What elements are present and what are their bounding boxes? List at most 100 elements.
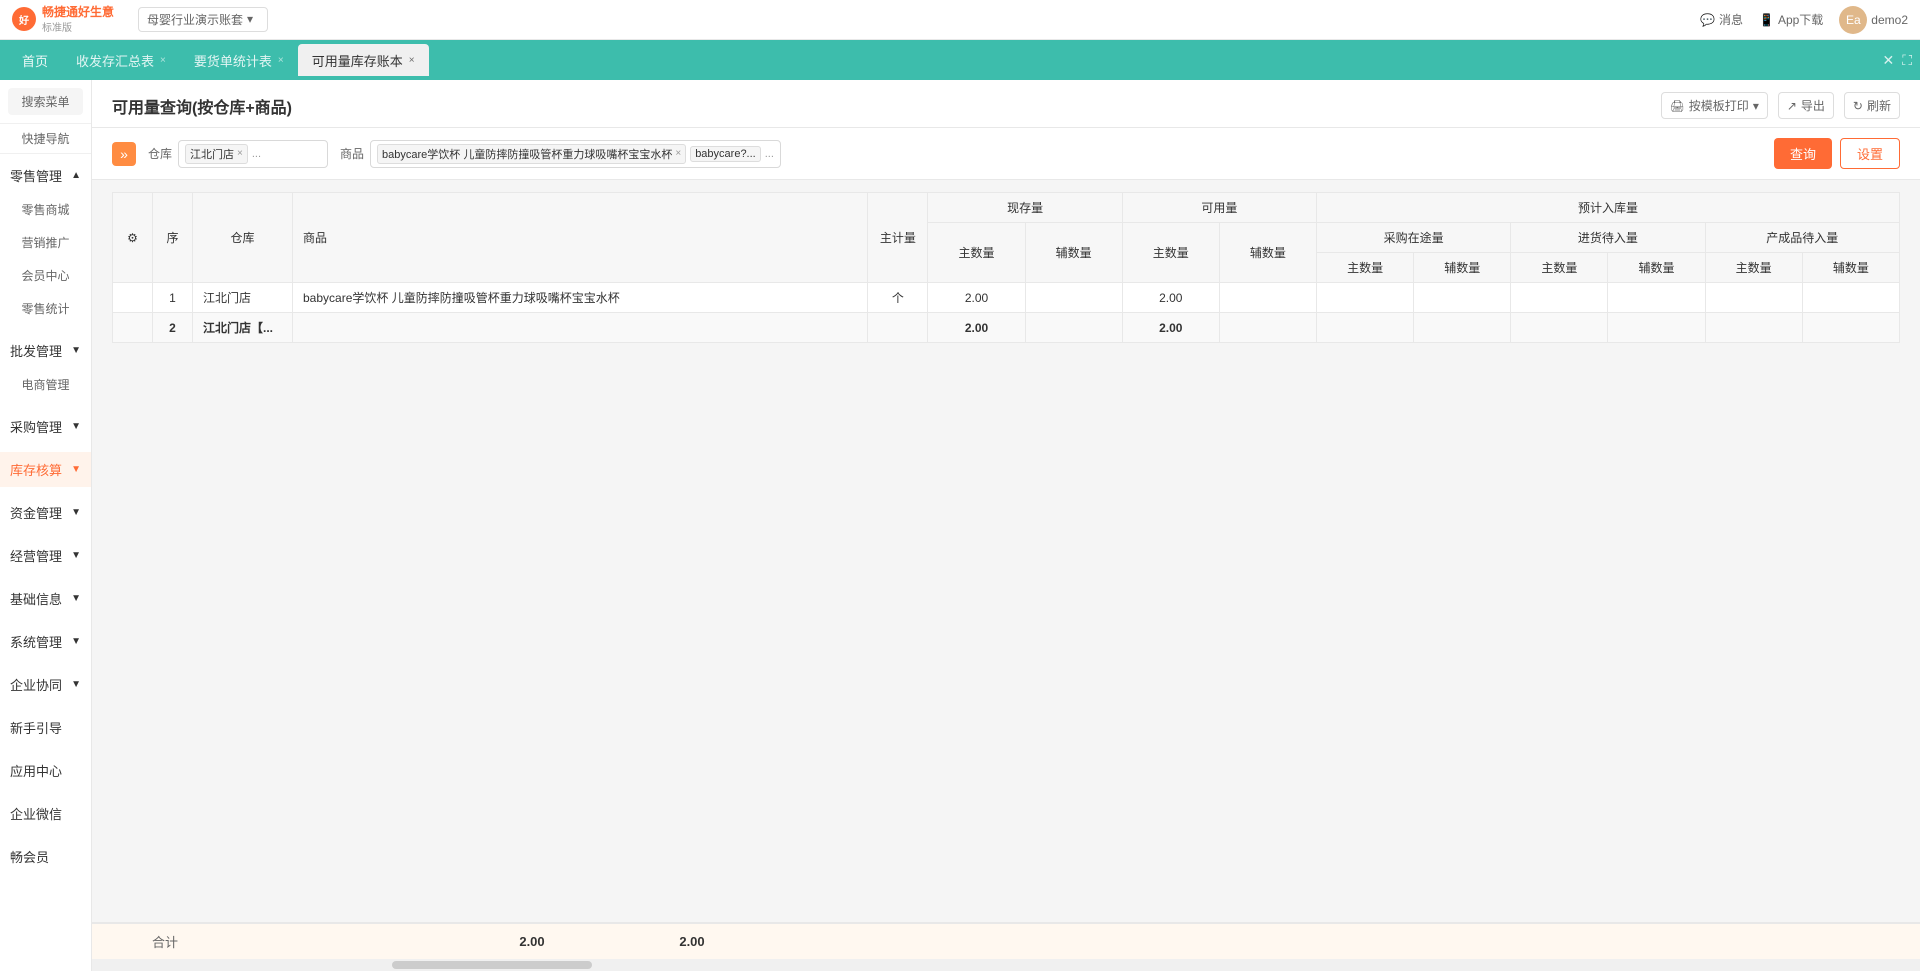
col-subheader-stock-aux: 辅数量 (1025, 223, 1122, 283)
tab-order[interactable]: 要货单统计表 × (180, 44, 298, 76)
scrollbar-thumb[interactable] (392, 961, 592, 969)
maximize-icon[interactable]: ⛶ (1902, 52, 1912, 69)
user-area[interactable]: Ea demo2 (1839, 6, 1908, 34)
row1-prod-aux (1802, 283, 1899, 313)
refresh-button[interactable]: ↻ 刷新 (1844, 92, 1900, 119)
print-button[interactable]: 🖨 按模板打印 ▾ (1661, 92, 1768, 119)
warehouse-tag-area[interactable]: 江北门店 × ... (178, 140, 328, 168)
message-button[interactable]: 💬 消息 (1700, 11, 1743, 28)
sidebar-section-finance: 资金管理 ▼ (0, 491, 91, 534)
sidebar-section-guide: 新手引导 (0, 706, 91, 749)
row1-stock-main: 2.00 (928, 283, 1025, 313)
sidebar-section-wholesale: 批发管理 ▼ 电商管理 (0, 329, 91, 405)
product-tag-remove[interactable]: × (675, 148, 681, 159)
tab-receipt-label: 收发存汇总表 (76, 51, 154, 70)
logo-text-area: 畅捷通好生意 标准版 (42, 5, 114, 34)
app-download-label: App下载 (1778, 11, 1823, 28)
chevron-down-icon: ▾ (247, 12, 253, 26)
sidebar-section-basic-header[interactable]: 基础信息 ▼ (0, 581, 91, 616)
col-subheader-avail-aux: 辅数量 (1219, 223, 1316, 283)
top-bar-right: 💬 消息 📱 App下载 Ea demo2 (1700, 6, 1908, 34)
row2-stock-aux (1025, 313, 1122, 343)
sidebar-section-enterprise: 企业协同 ▼ (0, 663, 91, 706)
sidebar-section-wechat-header[interactable]: 企业微信 (0, 796, 91, 831)
tab-order-close[interactable]: × (278, 55, 284, 66)
sidebar-item-members[interactable]: 会员中心 (0, 259, 91, 292)
sidebar-section-member-header[interactable]: 畅会员 (0, 839, 91, 874)
quick-nav-button[interactable]: 快捷导航 (0, 124, 91, 154)
tab-available-label: 可用量库存账本 (312, 51, 403, 70)
table-row: 1 江北门店 babycare学饮杯 儿童防摔防撞吸管杯重力球吸嘴杯宝宝水杯 个… (113, 283, 1900, 313)
tab-receipt-close[interactable]: × (160, 55, 166, 66)
sidebar-retail-label: 零售管理 (10, 166, 62, 185)
col-subheader-purchase-transit: 采购在途量 (1317, 223, 1511, 253)
sidebar-system-label: 系统管理 (10, 632, 62, 651)
row2-prod-main (1705, 313, 1802, 343)
row2-stock-main: 2.00 (928, 313, 1025, 343)
sidebar-item-retail-store[interactable]: 零售商城 (0, 193, 91, 226)
col-subheader-inbound-aux: 辅数量 (1608, 253, 1705, 283)
row2-inbound-aux (1608, 313, 1705, 343)
printer-icon: 🖨 (1670, 99, 1685, 113)
sidebar-section-retail-header[interactable]: 零售管理 ▲ (0, 158, 91, 193)
data-table: ⚙ 序 仓库 商品 主计量 现存量 可用量 预计入库量 主数量 辅数量 主数量 (112, 192, 1900, 343)
sidebar-item-ecommerce[interactable]: 电商管理 (0, 368, 91, 401)
sidebar-section-retail: 零售管理 ▲ 零售商城 营销推广 会员中心 零售统计 (0, 154, 91, 329)
sidebar-section-finance-header[interactable]: 资金管理 ▼ (0, 495, 91, 530)
sidebar-item-retail-stats[interactable]: 零售统计 (0, 292, 91, 325)
sidebar-wechat-label: 企业微信 (10, 804, 62, 823)
row2-avail-aux (1219, 313, 1316, 343)
footer-avail-aux (732, 934, 812, 949)
chevron-down-icon4: ▼ (71, 507, 81, 518)
tab-home[interactable]: 首页 (8, 44, 62, 76)
col-subheader-avail-main: 主数量 (1122, 223, 1219, 283)
main-layout: 搜索菜单 快捷导航 零售管理 ▲ 零售商城 营销推广 会员中心 零售统计 批发管… (0, 80, 1920, 971)
export-button[interactable]: ↗ 导出 (1778, 92, 1834, 119)
sidebar-section-purchase-header[interactable]: 采购管理 ▼ (0, 409, 91, 444)
filter-area: » 仓库 江北门店 × ... 商品 babycare学饮杯 儿童防摔防撞吸管杯… (92, 128, 1920, 180)
sidebar-wholesale-label: 批发管理 (10, 341, 62, 360)
product-tag-area[interactable]: babycare学饮杯 儿童防摔防撞吸管杯重力球吸嘴杯宝宝水杯 × babyca… (370, 140, 781, 168)
tab-available-close[interactable]: × (409, 55, 415, 66)
sidebar-section-operation: 经营管理 ▼ (0, 534, 91, 577)
app-download-button[interactable]: 📱 App下载 (1759, 11, 1823, 28)
warehouse-tag-remove[interactable]: × (237, 148, 243, 159)
col-subheader-prod-main: 主数量 (1705, 253, 1802, 283)
table-footer: 合计 2.00 2.00 (92, 922, 1920, 959)
product-filter-label: 商品 (340, 145, 364, 162)
row1-inbound-main (1511, 283, 1608, 313)
tab-receipt[interactable]: 收发存汇总表 × (62, 44, 180, 76)
sidebar-item-marketing[interactable]: 营销推广 (0, 226, 91, 259)
sidebar-section-guide-header[interactable]: 新手引导 (0, 710, 91, 745)
page-header-actions: 🖨 按模板打印 ▾ ↗ 导出 ↻ 刷新 (1661, 92, 1900, 119)
sidebar-section-wholesale-header[interactable]: 批发管理 ▼ (0, 333, 91, 368)
sidebar-section-appstore-header[interactable]: 应用中心 (0, 753, 91, 788)
logo-area: 好 畅捷通好生意 标准版 (12, 5, 114, 34)
warehouse-more-indicator[interactable]: ... (252, 148, 261, 160)
sidebar-operation-label: 经营管理 (10, 546, 62, 565)
gear-icon[interactable]: ⚙ (127, 231, 138, 245)
tab-available[interactable]: 可用量库存账本 × (298, 44, 429, 76)
sidebar-section-operation-header[interactable]: 经营管理 ▼ (0, 538, 91, 573)
row1-product: babycare学饮杯 儿童防摔防撞吸管杯重力球吸嘴杯宝宝水杯 (293, 283, 868, 313)
query-button[interactable]: 查询 (1774, 138, 1832, 169)
refresh-icon: ↻ (1853, 99, 1863, 113)
row1-purchase-aux (1414, 283, 1511, 313)
horizontal-scrollbar[interactable] (92, 959, 1920, 971)
search-menu-button[interactable]: 搜索菜单 (8, 88, 83, 115)
sidebar-section-wechat: 企业微信 (0, 792, 91, 835)
filter-expand-button[interactable]: » (112, 142, 136, 166)
sidebar-section-inventory-header[interactable]: 库存核算 ▼ (0, 452, 91, 487)
sidebar-section-system-header[interactable]: 系统管理 ▼ (0, 624, 91, 659)
col-header-stock: 现存量 (928, 193, 1122, 223)
footer-avail-main: 2.00 (652, 934, 732, 949)
industry-selector[interactable]: 母婴行业演示账套 ▾ (138, 7, 268, 32)
setting-button[interactable]: 设置 (1840, 138, 1900, 169)
col-header-unit: 主计量 (868, 193, 928, 283)
close-window-icon[interactable]: ✕ (1882, 52, 1894, 69)
sidebar-inventory-label: 库存核算 (10, 460, 62, 479)
sidebar-section-enterprise-header[interactable]: 企业协同 ▼ (0, 667, 91, 702)
top-bar-left: 好 畅捷通好生意 标准版 母婴行业演示账套 ▾ (12, 5, 268, 34)
sidebar-finance-label: 资金管理 (10, 503, 62, 522)
product-more-indicator[interactable]: ... (765, 148, 774, 160)
